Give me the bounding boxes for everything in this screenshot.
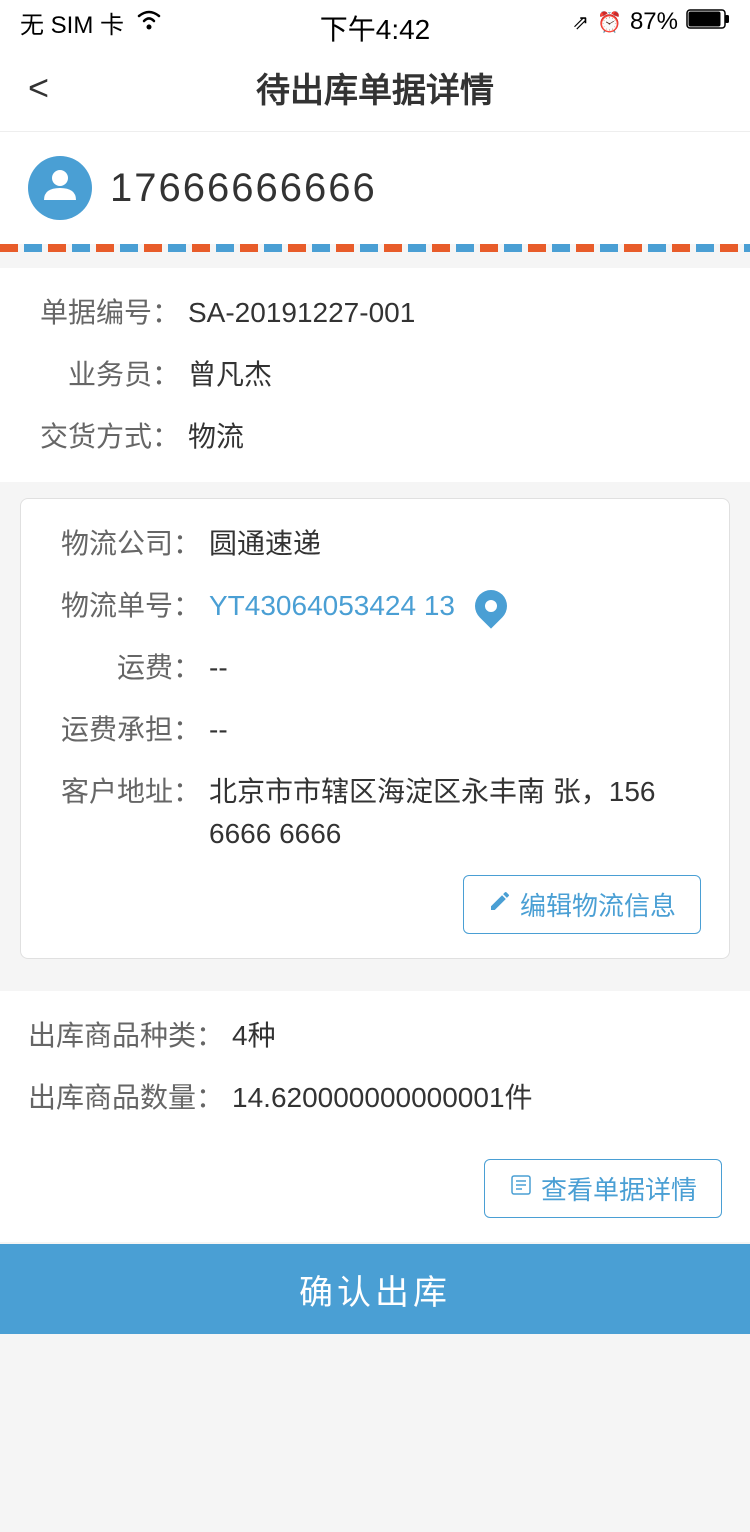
edit-logistics-button[interactable]: 编辑物流信息 [463, 875, 701, 934]
battery-text: 87% [630, 8, 678, 36]
freight-label: 运费： [49, 647, 209, 689]
alarm-icon: ⏰ [597, 10, 622, 35]
tracking-no-value: YT43064053424 13 [209, 585, 701, 627]
status-left: 无 SIM 卡 [20, 5, 164, 40]
edit-pencil-icon [488, 889, 512, 920]
freight-row: 运费： -- [49, 647, 701, 689]
status-time: 下午4:42 [320, 8, 431, 48]
nav-bar: < 待出库单据详情 [0, 44, 750, 132]
customer-phone: 17666666666 [110, 166, 377, 211]
basic-info-section: 单据编号： SA-20191227-001 业务员： 曾凡杰 交货方式： 物流 [0, 268, 750, 482]
address-value: 北京市市辖区海淀区永丰南 张，156 6666 6666 [209, 771, 701, 855]
address-label: 客户地址： [49, 771, 209, 813]
logistics-section: 物流公司： 圆通速递 物流单号： YT43064053424 13 运费： --… [20, 498, 730, 959]
location-status-icon: ⇗ [572, 10, 589, 35]
order-no-value: SA-20191227-001 [188, 292, 722, 334]
freight-bearer-value: -- [209, 709, 701, 751]
sales-person-label: 业务员： [28, 354, 188, 396]
tracking-no-label: 物流单号： [49, 585, 209, 627]
delivery-method-value: 物流 [188, 416, 722, 458]
freight-bearer-label: 运费承担： [49, 709, 209, 751]
address-row: 客户地址： 北京市市辖区海淀区永丰南 张，156 6666 6666 [49, 771, 701, 855]
empty-area [0, 1332, 750, 1532]
quantity-value: 14.620000000000001件 [232, 1077, 722, 1119]
edit-button-container: 编辑物流信息 [49, 875, 701, 934]
logistics-company-value: 圆通速递 [209, 523, 701, 565]
order-no-row: 单据编号： SA-20191227-001 [28, 292, 722, 334]
back-button[interactable]: < [28, 67, 49, 109]
battery-icon [686, 8, 730, 37]
avatar [28, 156, 92, 220]
status-bar: 无 SIM 卡 下午4:42 ⇗ ⏰ 87% [0, 0, 750, 44]
doc-list-icon [509, 1173, 533, 1204]
view-details-button-container: 查看单据详情 [28, 1139, 722, 1218]
sales-person-value: 曾凡杰 [188, 354, 722, 396]
freight-value: -- [209, 647, 701, 689]
freight-bearer-row: 运费承担： -- [49, 709, 701, 751]
view-details-label: 查看单据详情 [541, 1170, 697, 1207]
sku-count-value: 4种 [232, 1015, 722, 1057]
delivery-method-label: 交货方式： [28, 416, 188, 458]
logistics-company-row: 物流公司： 圆通速递 [49, 523, 701, 565]
confirm-button-container: 确认出库 [0, 1244, 750, 1334]
page-title: 待出库单据详情 [256, 63, 494, 112]
gray-separator-1 [0, 959, 750, 975]
status-right: ⇗ ⏰ 87% [572, 8, 730, 37]
quantity-row: 出库商品数量： 14.620000000000001件 [28, 1077, 722, 1119]
order-no-label: 单据编号： [28, 292, 188, 334]
delivery-method-row: 交货方式： 物流 [28, 416, 722, 458]
customer-header: 17666666666 [0, 132, 750, 244]
confirm-outbound-button[interactable]: 确认出库 [299, 1265, 451, 1314]
quantity-label: 出库商品数量： [28, 1077, 232, 1119]
wifi-icon [134, 8, 164, 37]
tracking-no-row: 物流单号： YT43064053424 13 [49, 585, 701, 627]
person-icon [40, 164, 80, 213]
carrier-text: 无 SIM 卡 [20, 5, 124, 40]
sales-person-row: 业务员： 曾凡杰 [28, 354, 722, 396]
logistics-company-label: 物流公司： [49, 523, 209, 565]
edit-logistics-label: 编辑物流信息 [520, 886, 676, 923]
map-location-icon[interactable] [468, 583, 513, 628]
sku-count-row: 出库商品种类： 4种 [28, 1015, 722, 1057]
outbound-info-section: 出库商品种类： 4种 出库商品数量： 14.620000000000001件 查… [0, 991, 750, 1242]
dashed-divider [0, 244, 750, 252]
sku-count-label: 出库商品种类： [28, 1015, 232, 1057]
view-details-button[interactable]: 查看单据详情 [484, 1159, 722, 1218]
